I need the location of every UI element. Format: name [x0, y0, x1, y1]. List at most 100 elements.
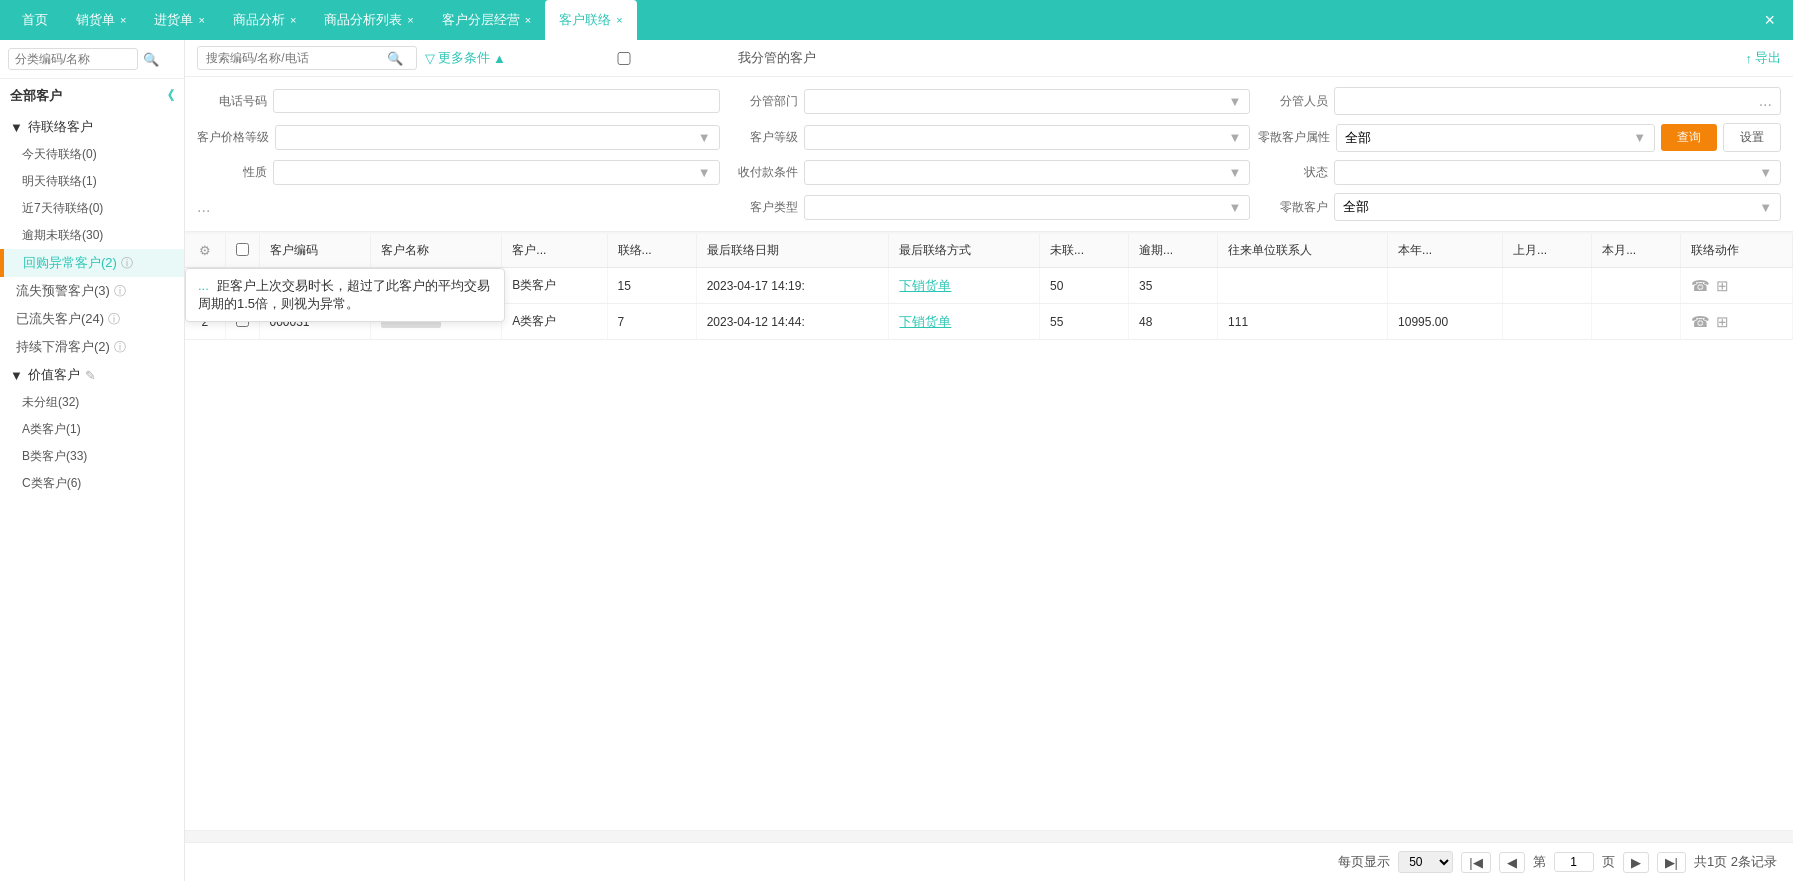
more-conditions-button[interactable]: ▽ 更多条件 ▲: [425, 49, 506, 67]
total-label: 共1页 2条记录: [1694, 853, 1777, 871]
filter-phone: 电话号码: [197, 87, 720, 115]
all-customers-title[interactable]: 全部客户 《: [0, 79, 184, 113]
today-pending-item[interactable]: 今天待联络(0): [0, 141, 184, 168]
settings-button[interactable]: 设置: [1723, 123, 1781, 152]
pending-contact-arrow: ▼: [10, 120, 23, 135]
value-customers-edit-icon[interactable]: ✎: [85, 368, 96, 383]
search-input[interactable]: [197, 46, 417, 70]
sidebar-collapse-icon[interactable]: 《: [161, 87, 174, 105]
select-all-checkbox[interactable]: [236, 243, 249, 256]
filter-actions: 查询 设置: [1661, 123, 1781, 152]
category-search-input[interactable]: [8, 48, 138, 70]
row2-contact-count: 7: [607, 304, 696, 340]
last-page-button[interactable]: ▶|: [1657, 852, 1686, 873]
b-class-item[interactable]: B类客户(33): [0, 443, 184, 470]
content-area: 🔍 ▽ 更多条件 ▲ 我分管的客户 ↑ 导出 电话号码: [185, 40, 1793, 881]
price-level-select[interactable]: ▼: [275, 125, 720, 150]
table-settings-icon[interactable]: ⚙: [199, 243, 211, 258]
row1-phone-icon[interactable]: ☎: [1691, 277, 1710, 295]
close-sales-order-icon[interactable]: ×: [120, 14, 126, 26]
value-customers-group[interactable]: ▼ 价值客户 ✎: [0, 361, 184, 389]
col-last-month-header: 上月...: [1503, 234, 1592, 268]
extra-dots-icon[interactable]: ...: [197, 198, 210, 216]
close-purchase-order-icon[interactable]: ×: [198, 14, 204, 26]
nav-product-analysis[interactable]: 商品分析 ×: [219, 0, 310, 40]
first-page-button[interactable]: |◀: [1461, 852, 1490, 873]
row1-last-month: [1503, 268, 1592, 304]
nature-select[interactable]: ▼: [273, 160, 720, 185]
payment-select[interactable]: ▼: [804, 160, 1251, 185]
customer-level-chevron-icon: ▼: [1228, 130, 1241, 145]
retail-customer-select[interactable]: 全部 ▼: [1334, 193, 1781, 221]
sidebar-search-area: 🔍: [0, 40, 184, 79]
ungrouped-item[interactable]: 未分组(32): [0, 389, 184, 416]
row2-contact-person: 111: [1218, 304, 1388, 340]
nav-customer-tier[interactable]: 客户分层经营 ×: [428, 0, 545, 40]
status-select[interactable]: ▼: [1334, 160, 1781, 185]
lost-warning-item[interactable]: 流失预警客户(3) ⓘ: [0, 277, 184, 305]
filter-nature: 性质 ▼: [197, 160, 720, 185]
retail-attr-select[interactable]: 全部 ▼: [1336, 124, 1655, 152]
close-product-analysis-icon[interactable]: ×: [290, 14, 296, 26]
sidebar: 🔍 全部客户 《 ▼ 待联络客户 今天待联络(0) 明天待联络(1) 近7天待联…: [0, 40, 185, 881]
nav-customer-contact[interactable]: 客户联络 ×: [545, 0, 636, 40]
page-label: 第: [1533, 853, 1546, 871]
overdue-contact-item[interactable]: 逾期未联络(30): [0, 222, 184, 249]
abnormal-repurchase-info-icon[interactable]: ⓘ: [121, 255, 133, 272]
manager-dots-icon[interactable]: ...: [1759, 92, 1772, 110]
query-button[interactable]: 查询: [1661, 124, 1717, 151]
chevron-up-icon: ▲: [493, 51, 506, 66]
page-input[interactable]: [1554, 852, 1594, 872]
data-table-area: ⚙ 客户编码 客户名称 客户... 联络... 最后联络日期 最后联络方式 未联…: [185, 234, 1793, 830]
manager-select[interactable]: ...: [1334, 87, 1781, 115]
nav-sales-order[interactable]: 销货单 ×: [62, 0, 140, 40]
prev-page-button[interactable]: ◀: [1499, 852, 1525, 873]
col-action-header: 联络动作: [1681, 234, 1793, 268]
col-this-month-header: 本月...: [1592, 234, 1681, 268]
row2-this-month: [1592, 304, 1681, 340]
lost-customers-item[interactable]: 已流失客户(24) ⓘ: [0, 305, 184, 333]
customer-level-select[interactable]: ▼: [804, 125, 1251, 150]
department-select[interactable]: ▼: [804, 89, 1251, 114]
declining-customers-info-icon[interactable]: ⓘ: [114, 339, 126, 356]
filter-status: 状态 ▼: [1258, 160, 1781, 185]
nav-purchase-order[interactable]: 进货单 ×: [140, 0, 218, 40]
phone-input[interactable]: [273, 89, 720, 113]
row2-last-date: 2023-04-12 14:44:: [696, 304, 889, 340]
customer-type-select[interactable]: ▼: [804, 195, 1251, 220]
tomorrow-pending-item[interactable]: 明天待联络(1): [0, 168, 184, 195]
row1-menu-icon[interactable]: ⊞: [1716, 277, 1729, 295]
my-customers-check[interactable]: [514, 52, 734, 65]
next-page-button[interactable]: ▶: [1623, 852, 1649, 873]
lost-warning-info-icon[interactable]: ⓘ: [114, 283, 126, 300]
declining-customers-item[interactable]: 持续下滑客户(2) ⓘ: [0, 333, 184, 361]
a-class-item[interactable]: A类客户(1): [0, 416, 184, 443]
close-all-tabs-button[interactable]: ×: [1754, 10, 1785, 31]
close-product-analysis-list-icon[interactable]: ×: [407, 14, 413, 26]
lost-customers-info-icon[interactable]: ⓘ: [108, 311, 120, 328]
row2-phone-icon[interactable]: ☎: [1691, 313, 1710, 331]
filter-icon: ▽: [425, 51, 435, 66]
week-pending-item[interactable]: 近7天待联络(0): [0, 195, 184, 222]
pending-contact-group[interactable]: ▼ 待联络客户: [0, 113, 184, 141]
close-customer-contact-icon[interactable]: ×: [616, 14, 622, 26]
row1-last-date: 2023-04-17 14:19:: [696, 268, 889, 304]
row2-menu-icon[interactable]: ⊞: [1716, 313, 1729, 331]
my-customers-checkbox[interactable]: 我分管的客户: [514, 49, 816, 67]
row2-last-method-link[interactable]: 下销货单: [899, 314, 951, 329]
sidebar-search-icon[interactable]: 🔍: [143, 52, 159, 67]
export-button[interactable]: ↑ 导出: [1746, 49, 1782, 67]
c-class-item[interactable]: C类客户(6): [0, 470, 184, 497]
row1-this-month: [1592, 268, 1681, 304]
horizontal-scrollbar[interactable]: [185, 830, 1793, 842]
nav-product-analysis-list[interactable]: 商品分析列表 ×: [310, 0, 427, 40]
col-overdue-header: 逾期...: [1129, 234, 1218, 268]
per-page-select[interactable]: 10 20 50 100: [1398, 851, 1453, 873]
search-button[interactable]: 🔍: [387, 51, 403, 66]
row1-last-method-link[interactable]: 下销货单: [899, 278, 951, 293]
filter-extra-dots: ...: [197, 193, 720, 221]
retail-customer-chevron-icon: ▼: [1759, 200, 1772, 215]
close-customer-tier-icon[interactable]: ×: [525, 14, 531, 26]
abnormal-repurchase-item[interactable]: 回购异常客户(2) ⓘ: [0, 249, 184, 277]
nav-home[interactable]: 首页: [8, 0, 62, 40]
